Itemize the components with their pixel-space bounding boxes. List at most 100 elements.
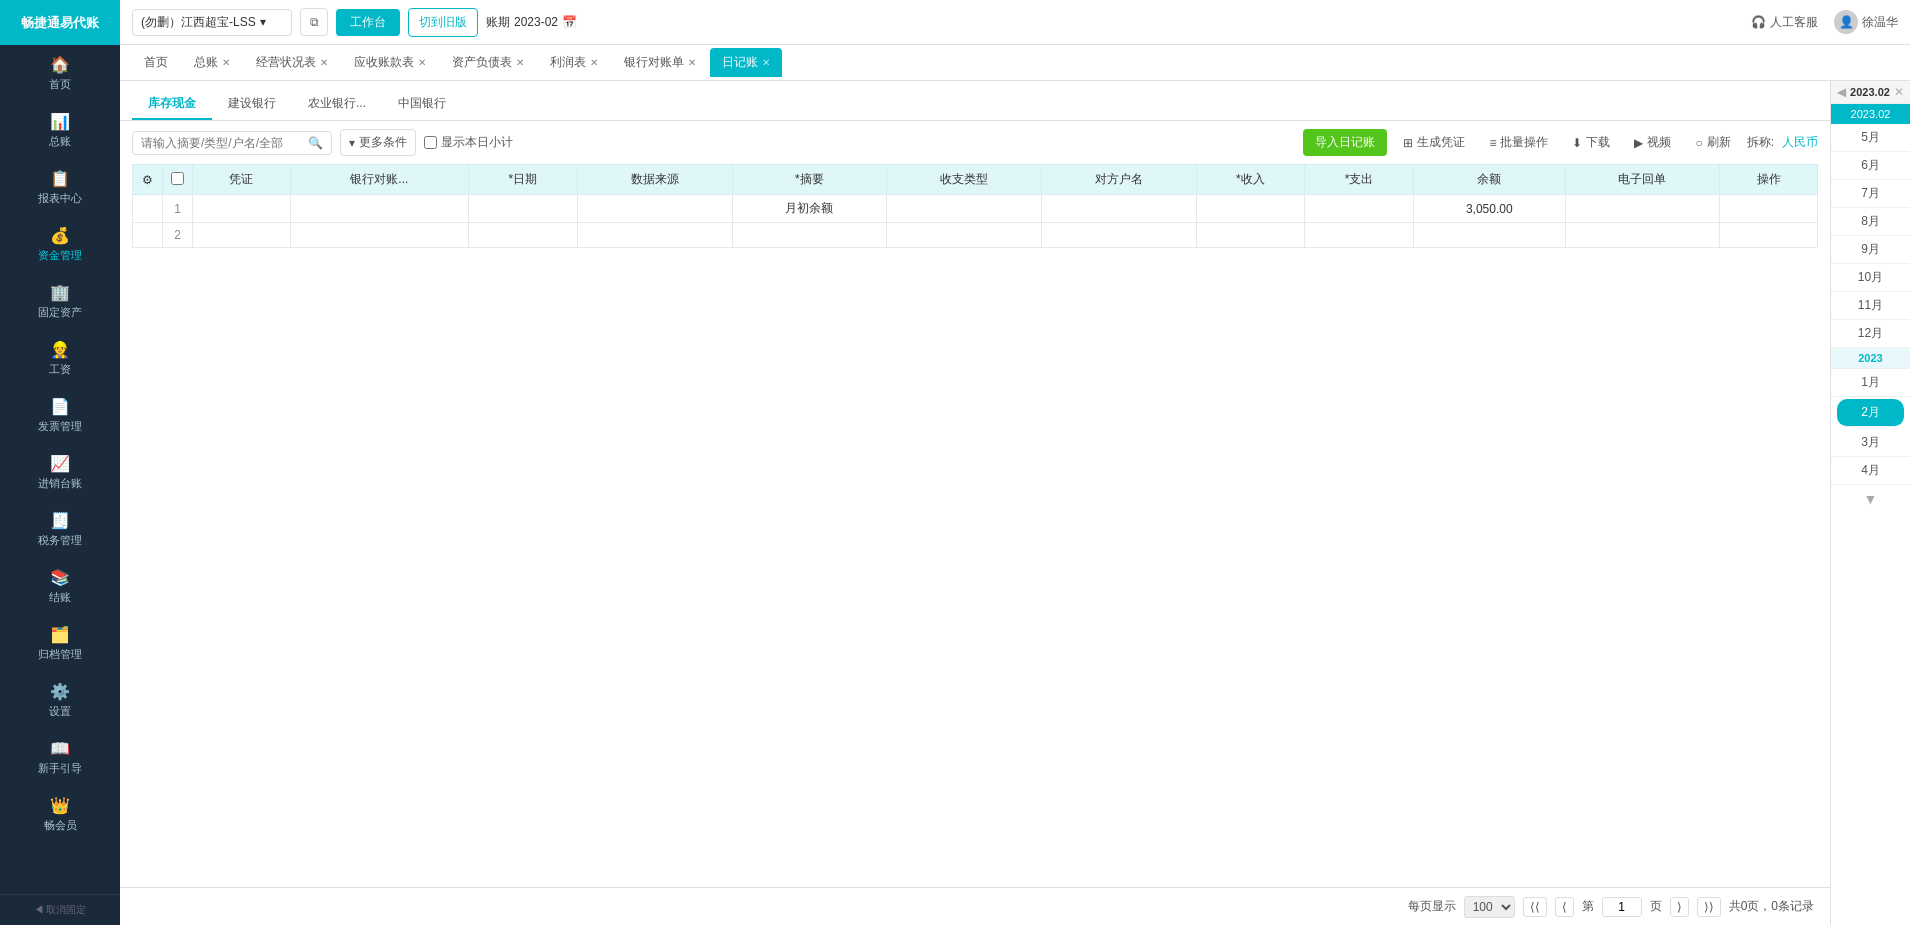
date-month-1[interactable]: 1月 bbox=[1831, 369, 1910, 397]
next-page-button[interactable]: ⟩ bbox=[1670, 897, 1689, 917]
show-daily-label: 显示本日小计 bbox=[441, 134, 513, 151]
td-operation bbox=[1720, 223, 1818, 248]
tab-receivable[interactable]: 应收账款表 ✕ bbox=[342, 48, 438, 77]
sidebar-item-close[interactable]: 📚 结账 bbox=[0, 558, 120, 615]
tab-close-icon[interactable]: ✕ bbox=[590, 57, 598, 68]
last-page-button[interactable]: ⟩⟩ bbox=[1697, 897, 1721, 917]
video-button[interactable]: ▶ 视频 bbox=[1626, 130, 1679, 155]
sub-tab-cash[interactable]: 库存现金 bbox=[132, 89, 212, 120]
tab-journal[interactable]: 日记账 ✕ bbox=[710, 48, 782, 77]
sidebar-item-label: 报表中心 bbox=[38, 191, 82, 206]
th-check[interactable] bbox=[163, 165, 193, 195]
th-source: 数据来源 bbox=[577, 165, 732, 195]
tab-label: 资产负债表 bbox=[452, 54, 512, 71]
filter-button[interactable]: ▾ 更多条件 bbox=[340, 129, 416, 156]
th-settings[interactable]: ⚙ bbox=[133, 165, 163, 195]
td-bank bbox=[290, 223, 469, 248]
tab-label: 应收账款表 bbox=[354, 54, 414, 71]
user-profile[interactable]: 👤 徐温华 bbox=[1834, 10, 1898, 34]
sidebar: 畅捷通易代账 🏠 首页 📊 总账 📋 报表中心 💰 资金管理 🏢 固定资产 👷 … bbox=[0, 0, 120, 925]
copy-button[interactable]: ⧉ bbox=[300, 8, 328, 36]
import-journal-button[interactable]: 导入日记账 bbox=[1303, 129, 1387, 156]
date-month-3[interactable]: 3月 bbox=[1831, 429, 1910, 457]
date-month-5[interactable]: 5月 bbox=[1831, 124, 1910, 152]
sub-tab-boc[interactable]: 中国银行 bbox=[382, 89, 462, 120]
sidebar-item-sales[interactable]: 📈 进销台账 bbox=[0, 444, 120, 501]
sidebar-item-finance[interactable]: 💰 资金管理 bbox=[0, 216, 120, 273]
tab-close-icon[interactable]: ✕ bbox=[222, 57, 230, 68]
tab-balance-sheet[interactable]: 资产负债表 ✕ bbox=[440, 48, 536, 77]
date-month-9[interactable]: 9月 bbox=[1831, 236, 1910, 264]
sidebar-item-home[interactable]: 🏠 首页 bbox=[0, 45, 120, 102]
tab-close-icon[interactable]: ✕ bbox=[516, 57, 524, 68]
date-current-year-header: 2023 bbox=[1831, 348, 1910, 369]
filter-label: 更多条件 bbox=[359, 134, 407, 151]
sidebar-item-settings[interactable]: ⚙️ 设置 bbox=[0, 672, 120, 729]
refresh-button[interactable]: ○ 刷新 bbox=[1687, 130, 1738, 155]
tab-profit[interactable]: 利润表 ✕ bbox=[538, 48, 610, 77]
collapse-sidebar-btn[interactable]: ◀ 取消固定 bbox=[0, 894, 120, 925]
tab-home[interactable]: 首页 bbox=[132, 48, 180, 77]
switch-version-button[interactable]: 切到旧版 bbox=[408, 8, 478, 37]
scroll-down-icon[interactable]: ▼ bbox=[1864, 491, 1878, 507]
sidebar-item-report[interactable]: 📋 报表中心 bbox=[0, 159, 120, 216]
customer-service[interactable]: 🎧 人工客服 bbox=[1751, 14, 1818, 31]
tab-close-icon[interactable]: ✕ bbox=[418, 57, 426, 68]
per-page-select[interactable]: 100 50 200 bbox=[1464, 896, 1515, 918]
tab-close-icon[interactable]: ✕ bbox=[320, 57, 328, 68]
sidebar-item-salary[interactable]: 👷 工资 bbox=[0, 330, 120, 387]
search-input[interactable] bbox=[141, 136, 304, 150]
report-icon: 📋 bbox=[50, 169, 70, 188]
td-balance: 3,050.00 bbox=[1413, 195, 1565, 223]
sidebar-item-guide[interactable]: 📖 新手引导 bbox=[0, 729, 120, 786]
tab-business[interactable]: 经营状况表 ✕ bbox=[244, 48, 340, 77]
tab-ledger[interactable]: 总账 ✕ bbox=[182, 48, 242, 77]
date-month-11[interactable]: 11月 bbox=[1831, 292, 1910, 320]
th-income: *收入 bbox=[1196, 165, 1305, 195]
prev-page-button[interactable]: ⟨ bbox=[1555, 897, 1574, 917]
download-button[interactable]: ⬇ 下载 bbox=[1564, 130, 1618, 155]
main-content: (勿删）江西超宝-LSS ▾ ⧉ 工作台 切到旧版 账期 2023-02 📅 🎧… bbox=[120, 0, 1910, 925]
currency-selector[interactable]: 人民币 bbox=[1782, 134, 1818, 151]
gen-voucher-button[interactable]: ⊞ 生成凭证 bbox=[1395, 130, 1473, 155]
sub-tab-abc[interactable]: 农业银行... bbox=[292, 89, 382, 120]
sidebar-item-ledger[interactable]: 📊 总账 bbox=[0, 102, 120, 159]
bottom-bar: 每页显示 100 50 200 ⟨⟨ ⟨ 第 页 ⟩ ⟩⟩ 共0页，0条记录 bbox=[120, 887, 1830, 925]
first-page-button[interactable]: ⟨⟨ bbox=[1523, 897, 1547, 917]
tab-label: 首页 bbox=[144, 54, 168, 71]
date-month-6[interactable]: 6月 bbox=[1831, 152, 1910, 180]
batch-icon: ≡ bbox=[1489, 136, 1496, 150]
page-input[interactable] bbox=[1602, 897, 1642, 917]
batch-op-button[interactable]: ≡ 批量操作 bbox=[1481, 130, 1556, 155]
tab-close-icon[interactable]: ✕ bbox=[688, 57, 696, 68]
table-header-row: ⚙ 凭证 银行对账... *日期 数据来源 *摘要 收支类型 对方户名 *收入 … bbox=[133, 165, 1818, 195]
select-all-checkbox[interactable] bbox=[171, 172, 184, 185]
date-prev-arrow[interactable]: ◀ bbox=[1837, 85, 1846, 99]
sidebar-item-invoice[interactable]: 📄 发票管理 bbox=[0, 387, 120, 444]
show-daily-checkbox[interactable]: 显示本日小计 bbox=[424, 134, 513, 151]
calendar-icon[interactable]: 📅 bbox=[562, 15, 577, 29]
tab-close-icon[interactable]: ✕ bbox=[762, 57, 770, 68]
row-number: 2 bbox=[174, 228, 181, 242]
sidebar-item-assets[interactable]: 🏢 固定资产 bbox=[0, 273, 120, 330]
company-selector[interactable]: (勿删）江西超宝-LSS ▾ bbox=[132, 9, 292, 36]
date-month-4[interactable]: 4月 bbox=[1831, 457, 1910, 485]
date-month-2-active[interactable]: 2月 bbox=[1837, 399, 1904, 427]
date-month-8[interactable]: 8月 bbox=[1831, 208, 1910, 236]
sidebar-item-member[interactable]: 👑 畅会员 bbox=[0, 786, 120, 843]
sub-tab-ccb[interactable]: 建设银行 bbox=[212, 89, 292, 120]
sidebar-item-label: 进销台账 bbox=[38, 476, 82, 491]
close-date-panel-btn[interactable]: ✕ bbox=[1894, 85, 1904, 99]
date-month-10[interactable]: 10月 bbox=[1831, 264, 1910, 292]
daily-checkbox-input[interactable] bbox=[424, 136, 437, 149]
search-icon[interactable]: 🔍 bbox=[308, 136, 323, 150]
date-month-7[interactable]: 7月 bbox=[1831, 180, 1910, 208]
date-month-12[interactable]: 12月 bbox=[1831, 320, 1910, 348]
sidebar-item-tax[interactable]: 🧾 税务管理 bbox=[0, 501, 120, 558]
sidebar-item-archive[interactable]: 🗂️ 归档管理 bbox=[0, 615, 120, 672]
workbench-button[interactable]: 工作台 bbox=[336, 9, 400, 36]
search-box[interactable]: 🔍 bbox=[132, 131, 332, 155]
topbar-right: 🎧 人工客服 👤 徐温华 bbox=[1751, 10, 1898, 34]
tab-bank-statement[interactable]: 银行对账单 ✕ bbox=[612, 48, 708, 77]
td-source bbox=[577, 223, 732, 248]
